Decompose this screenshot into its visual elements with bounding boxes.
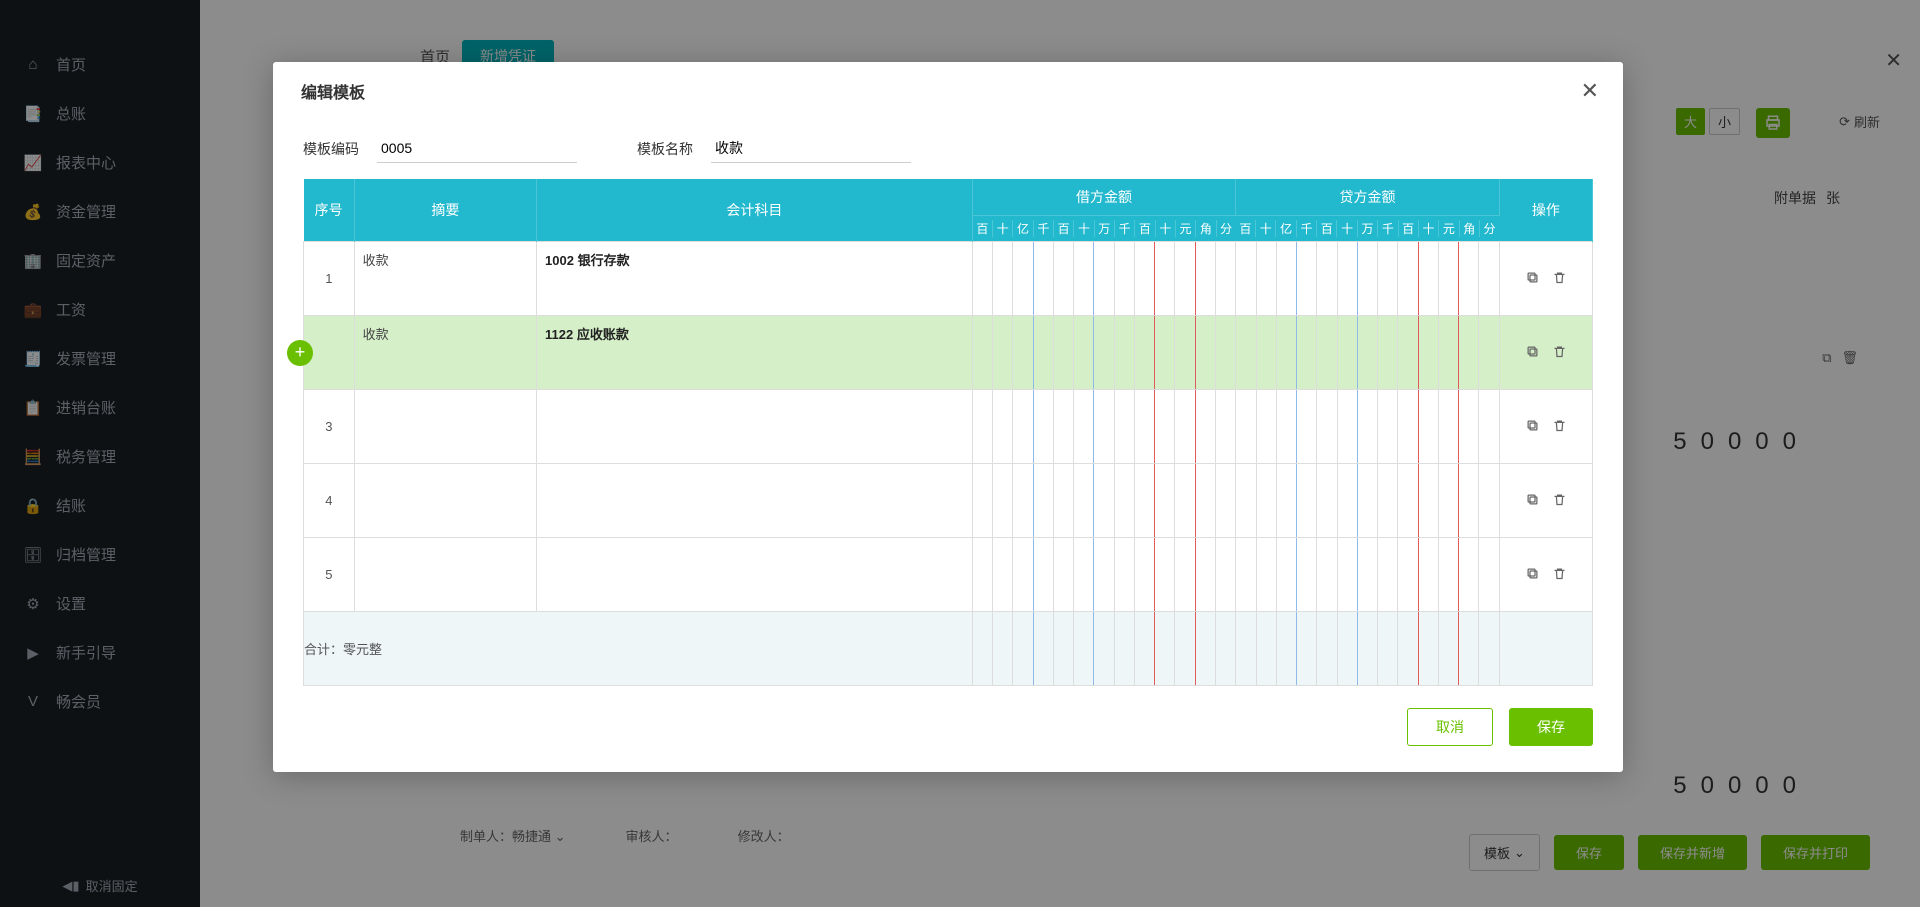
unit-cell: 千 [1378,220,1398,237]
total-label: 合计：零元整 [304,612,973,686]
unit-cell: 角 [1460,220,1480,237]
unit-cell: 角 [1196,220,1216,237]
table-row[interactable]: 5 [304,538,1593,612]
unit-cell: 百 [1317,220,1337,237]
unit-cell: 万 [1358,220,1378,237]
row-credit[interactable] [1236,390,1499,464]
row-summary[interactable] [354,390,536,464]
row-debit[interactable] [972,538,1235,612]
row-seq: 3 [304,390,355,464]
unit-cell: 元 [1439,220,1459,237]
unit-cell: 百 [1399,220,1419,237]
col-action: 操作 [1499,179,1592,242]
row-copy-icon[interactable] [1525,492,1540,510]
unit-cell: 亿 [1276,220,1296,237]
row-copy-icon[interactable] [1525,418,1540,436]
table-row[interactable]: 3 [304,390,1593,464]
table-row[interactable]: +收款1122 应收账款 [304,316,1593,390]
col-subject: 会计科目 [537,179,973,242]
row-delete-icon[interactable] [1552,270,1567,288]
row-delete-icon[interactable] [1552,344,1567,362]
row-delete-icon[interactable] [1552,492,1567,510]
row-actions [1499,464,1592,538]
template-name-label: 模板名称 [637,139,693,159]
unit-cell: 分 [1480,220,1499,237]
table-row[interactable]: 4 [304,464,1593,538]
row-subject[interactable] [537,464,973,538]
unit-cell: 十 [1337,220,1357,237]
add-row-button[interactable]: + [287,340,313,366]
unit-cell: 分 [1217,220,1236,237]
row-summary[interactable]: 收款 [354,316,536,390]
modal-close-icon[interactable]: ✕ [1581,78,1599,104]
row-copy-icon[interactable] [1525,270,1540,288]
unit-cell: 千 [1297,220,1317,237]
cancel-button[interactable]: 取消 [1407,708,1493,746]
modal-title: 编辑模板 [301,79,365,103]
row-credit[interactable] [1236,316,1499,390]
col-seq: 序号 [304,179,355,242]
row-credit[interactable] [1236,242,1499,316]
row-subject[interactable] [537,538,973,612]
row-subject[interactable]: 1122 应收账款 [537,316,973,390]
row-subject[interactable] [537,390,973,464]
row-copy-icon[interactable] [1525,344,1540,362]
col-summary: 摘要 [354,179,536,242]
unit-cell: 元 [1176,220,1196,237]
unit-cell: 千 [1034,220,1054,237]
row-seq: 4 [304,464,355,538]
col-debit: 借方金额 [972,179,1235,216]
template-table: 序号 摘要 会计科目 借方金额 贷方金额 操作 百十亿千百十万千百十元角分 百十… [303,179,1593,686]
unit-cell: 亿 [1013,220,1033,237]
row-debit[interactable] [972,390,1235,464]
unit-cell: 千 [1115,220,1135,237]
row-seq: + [304,316,355,390]
row-debit[interactable] [972,464,1235,538]
row-debit[interactable] [972,242,1235,316]
unit-cell: 十 [1074,220,1094,237]
row-debit[interactable] [972,316,1235,390]
row-actions [1499,316,1592,390]
row-delete-icon[interactable] [1552,566,1567,584]
template-code-label: 模板编码 [303,139,359,159]
row-seq: 5 [304,538,355,612]
unit-cell: 十 [993,220,1013,237]
unit-cell: 百 [973,220,993,237]
unit-cell: 百 [1135,220,1155,237]
row-actions [1499,242,1592,316]
unit-cell: 万 [1095,220,1115,237]
row-subject[interactable]: 1002 银行存款 [537,242,973,316]
row-summary[interactable] [354,464,536,538]
unit-cell: 百 [1054,220,1074,237]
row-seq: 1 [304,242,355,316]
template-name-input[interactable] [711,134,911,163]
unit-cell: 十 [1419,220,1439,237]
template-code-input[interactable] [377,134,577,163]
row-summary[interactable]: 收款 [354,242,536,316]
row-copy-icon[interactable] [1525,566,1540,584]
row-credit[interactable] [1236,464,1499,538]
row-delete-icon[interactable] [1552,418,1567,436]
unit-cell: 百 [1236,220,1256,237]
table-row[interactable]: 1收款1002 银行存款 [304,242,1593,316]
row-actions [1499,390,1592,464]
unit-cell: 十 [1256,220,1276,237]
row-actions [1499,538,1592,612]
unit-cell: 十 [1156,220,1176,237]
save-button[interactable]: 保存 [1509,708,1593,746]
col-credit: 贷方金额 [1236,179,1499,216]
row-credit[interactable] [1236,538,1499,612]
edit-template-modal: 编辑模板 ✕ 模板编码 模板名称 序号 摘要 会计科目 借方金额 [273,62,1623,772]
row-summary[interactable] [354,538,536,612]
